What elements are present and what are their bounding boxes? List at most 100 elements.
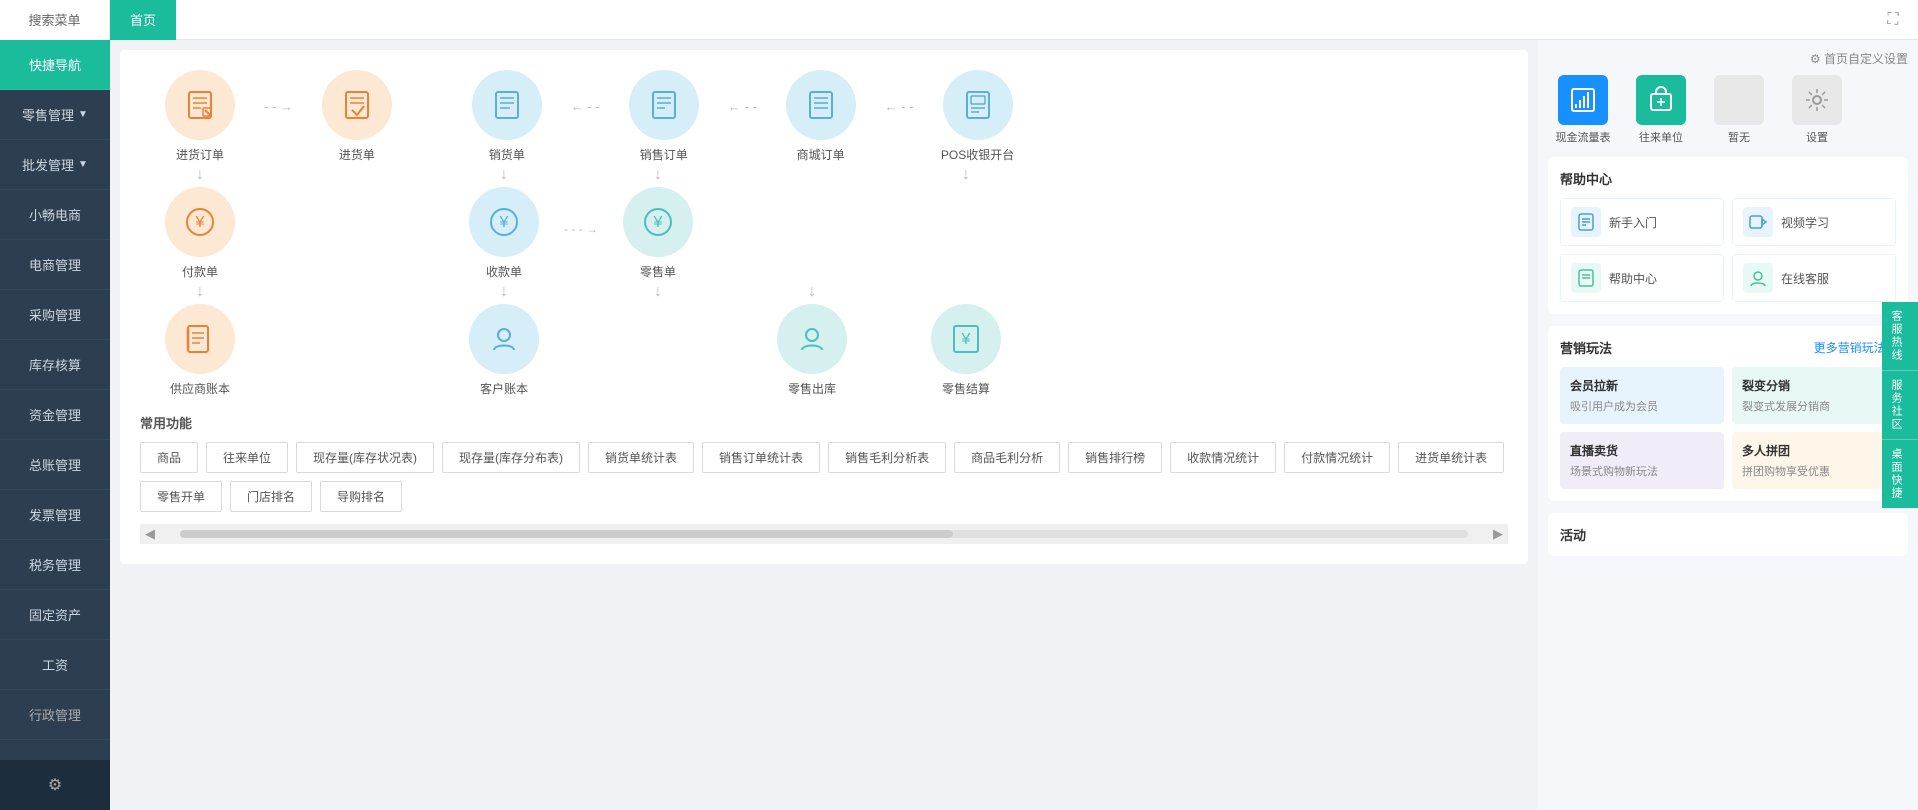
supplier-book-label: 供应商账本 [170,380,230,397]
sidebar-item-inventory[interactable]: 库存核算 [0,340,110,390]
quick-icon-none[interactable]: 暂无 [1704,75,1774,145]
func-btn-retail-order[interactable]: 零售开单 [140,481,222,512]
svg-text:¥: ¥ [653,214,663,231]
service-label: 在线客服 [1781,270,1829,287]
settings-icon [1792,75,1842,125]
float-btn-desktop[interactable]: 桌面快捷 [1882,440,1918,508]
marketing-fission[interactable]: 裂变分销 裂变式发展分销商 [1732,367,1896,424]
func-btn-purchase-stat[interactable]: 进货单统计表 [1398,442,1504,473]
group-desc: 拼团购物享受优惠 [1742,463,1886,479]
sidebar-settings[interactable]: ⚙ [0,760,110,810]
func-btn-stock-status[interactable]: 现存量(库存状况表) [296,442,434,473]
flow-node-retail-settle[interactable]: ¥ 零售结算 [906,304,1026,397]
payment-icon: ¥ [165,187,235,257]
customize-bar[interactable]: ⚙ 首页自定义设置 [1548,50,1908,67]
content-area: 进货订单 - - → 进货单 [110,40,1538,810]
float-btn-service[interactable]: 客服热线 [1882,302,1918,371]
sidebar-item-ecommerce[interactable]: 小畅电商 [0,190,110,240]
customer-book-icon [469,304,539,374]
service-icon [1743,263,1773,293]
sidebar-item-quick-nav[interactable]: 快捷导航 [0,40,110,90]
search-menu[interactable]: 搜索菜单 [0,0,110,40]
pos-icon [943,70,1013,140]
help-item-beginner[interactable]: 新手入门 [1560,198,1724,246]
svg-text:¥: ¥ [961,331,971,348]
beginner-label: 新手入门 [1609,214,1657,231]
func-btn-units[interactable]: 往来单位 [206,442,288,473]
flow-node-purchase[interactable]: 进货单 [297,70,417,163]
main-layout: 快捷导航 零售管理 ▼ 批发管理 ▼ 小畅电商 电商管理 采购管理 库存核算 资… [0,40,1918,810]
sidebar-item-admin[interactable]: 行政管理 [0,690,110,740]
sidebar: 快捷导航 零售管理 ▼ 批发管理 ▼ 小畅电商 电商管理 采购管理 库存核算 资… [0,40,110,810]
retail-settle-icon: ¥ [931,304,1001,374]
func-btn-guide-rank[interactable]: 导购排名 [320,481,402,512]
flow-node-payment[interactable]: ¥ 付款单 [140,187,260,280]
func-btn-store-rank[interactable]: 门店排名 [230,481,312,512]
sidebar-item-tax[interactable]: 税务管理 [0,540,110,590]
live-title: 直播卖货 [1570,442,1714,459]
sales-order-icon [629,70,699,140]
flow-node-supplier-book[interactable]: 供应商账本 [140,304,260,397]
marketing-live[interactable]: 直播卖货 场景式购物新玩法 [1560,432,1724,489]
quick-icon-units[interactable]: 往来单位 [1626,75,1696,145]
func-btn-sales-profit[interactable]: 销售毛利分析表 [828,442,946,473]
flow-node-receipt[interactable]: ¥ 收款单 [444,187,564,280]
flow-node-sales[interactable]: 销货单 [447,70,567,163]
flow-node-customer-book[interactable]: 客户账本 [444,304,564,397]
quick-icon-cashflow[interactable]: 现金流量表 [1548,75,1618,145]
sidebar-item-finance[interactable]: 资金管理 [0,390,110,440]
sidebar-item-procurement[interactable]: 采购管理 [0,290,110,340]
func-btn-sales-order-stat[interactable]: 销售订单统计表 [702,442,820,473]
top-bar-right: ⛶ [1878,5,1918,35]
sidebar-item-salary[interactable]: 工资 [0,640,110,690]
tab-home[interactable]: 首页 [110,0,176,40]
func-btn-goods-profit[interactable]: 商品毛利分析 [954,442,1060,473]
activities-section: 活动 [1548,513,1908,556]
flow-node-retail-order[interactable]: - - - → ¥ 零售单 [598,187,718,280]
common-functions-title: 常用功能 [140,413,1508,432]
scrollbar-thumb[interactable] [180,530,953,538]
help-item-service[interactable]: 在线客服 [1732,254,1896,302]
func-btn-sales-rank[interactable]: 销售排行榜 [1068,442,1162,473]
help-icon [1571,263,1601,293]
sidebar-item-general-ledger[interactable]: 总账管理 [0,440,110,490]
flow-node-purchase-order[interactable]: 进货订单 [140,70,260,163]
customize-label: 首页自定义设置 [1824,52,1908,66]
member-desc: 吸引用户成为会员 [1570,398,1714,414]
supplier-book-icon [165,304,235,374]
fullscreen-button[interactable]: ⛶ [1878,5,1908,35]
flow-node-retail-out[interactable]: 零售出库 [752,304,872,397]
help-item-help[interactable]: 帮助中心 [1560,254,1724,302]
quick-icon-settings[interactable]: 设置 [1782,75,1852,145]
flow-diagram: 进货订单 - - → 进货单 [140,70,1508,544]
sidebar-item-ecommerce-mgmt[interactable]: 电商管理 [0,240,110,290]
sidebar-item-fixed-assets[interactable]: 固定资产 [0,590,110,640]
gear-icon: ⚙ [1810,52,1821,66]
chevron-down-icon: ▼ [78,159,88,170]
scroll-left-button[interactable]: ◀ [140,524,160,544]
func-btn-sales-stat[interactable]: 销货单统计表 [588,442,694,473]
help-item-video[interactable]: 视频学习 [1732,198,1896,246]
scroll-right-button[interactable]: ▶ [1488,524,1508,544]
marketing-member[interactable]: 会员拉新 吸引用户成为会员 [1560,367,1724,424]
func-btn-goods[interactable]: 商品 [140,442,198,473]
marketing-group[interactable]: 多人拼团 拼团购物享受优惠 [1732,432,1896,489]
flow-node-sales-order[interactable]: 销售订单 [604,70,724,163]
sidebar-item-wholesale[interactable]: 批发管理 ▼ [0,140,110,190]
flow-node-mall-order[interactable]: 商城订单 [761,70,881,163]
units-icon [1636,75,1686,125]
retail-out-icon [777,304,847,374]
beginner-icon [1571,207,1601,237]
sidebar-item-retail[interactable]: 零售管理 ▼ [0,90,110,140]
func-btn-payment-stat[interactable]: 付款情况统计 [1284,442,1390,473]
flow-node-pos[interactable]: POS收银开台 [918,70,1038,163]
flow-scrollbar[interactable]: ◀ ▶ [140,524,1508,544]
func-btn-stock-dist[interactable]: 现存量(库存分布表) [442,442,580,473]
float-btn-community[interactable]: 服务社区 [1882,371,1918,440]
func-btn-receipt-stat[interactable]: 收款情况统计 [1170,442,1276,473]
sales-order-label: 销售订单 [640,146,688,163]
sidebar-item-invoice[interactable]: 发票管理 [0,490,110,540]
member-title: 会员拉新 [1570,377,1714,394]
payment-label: 付款单 [182,263,218,280]
marketing-grid: 会员拉新 吸引用户成为会员 裂变分销 裂变式发展分销商 直播卖货 场景式购物新玩… [1560,367,1896,489]
